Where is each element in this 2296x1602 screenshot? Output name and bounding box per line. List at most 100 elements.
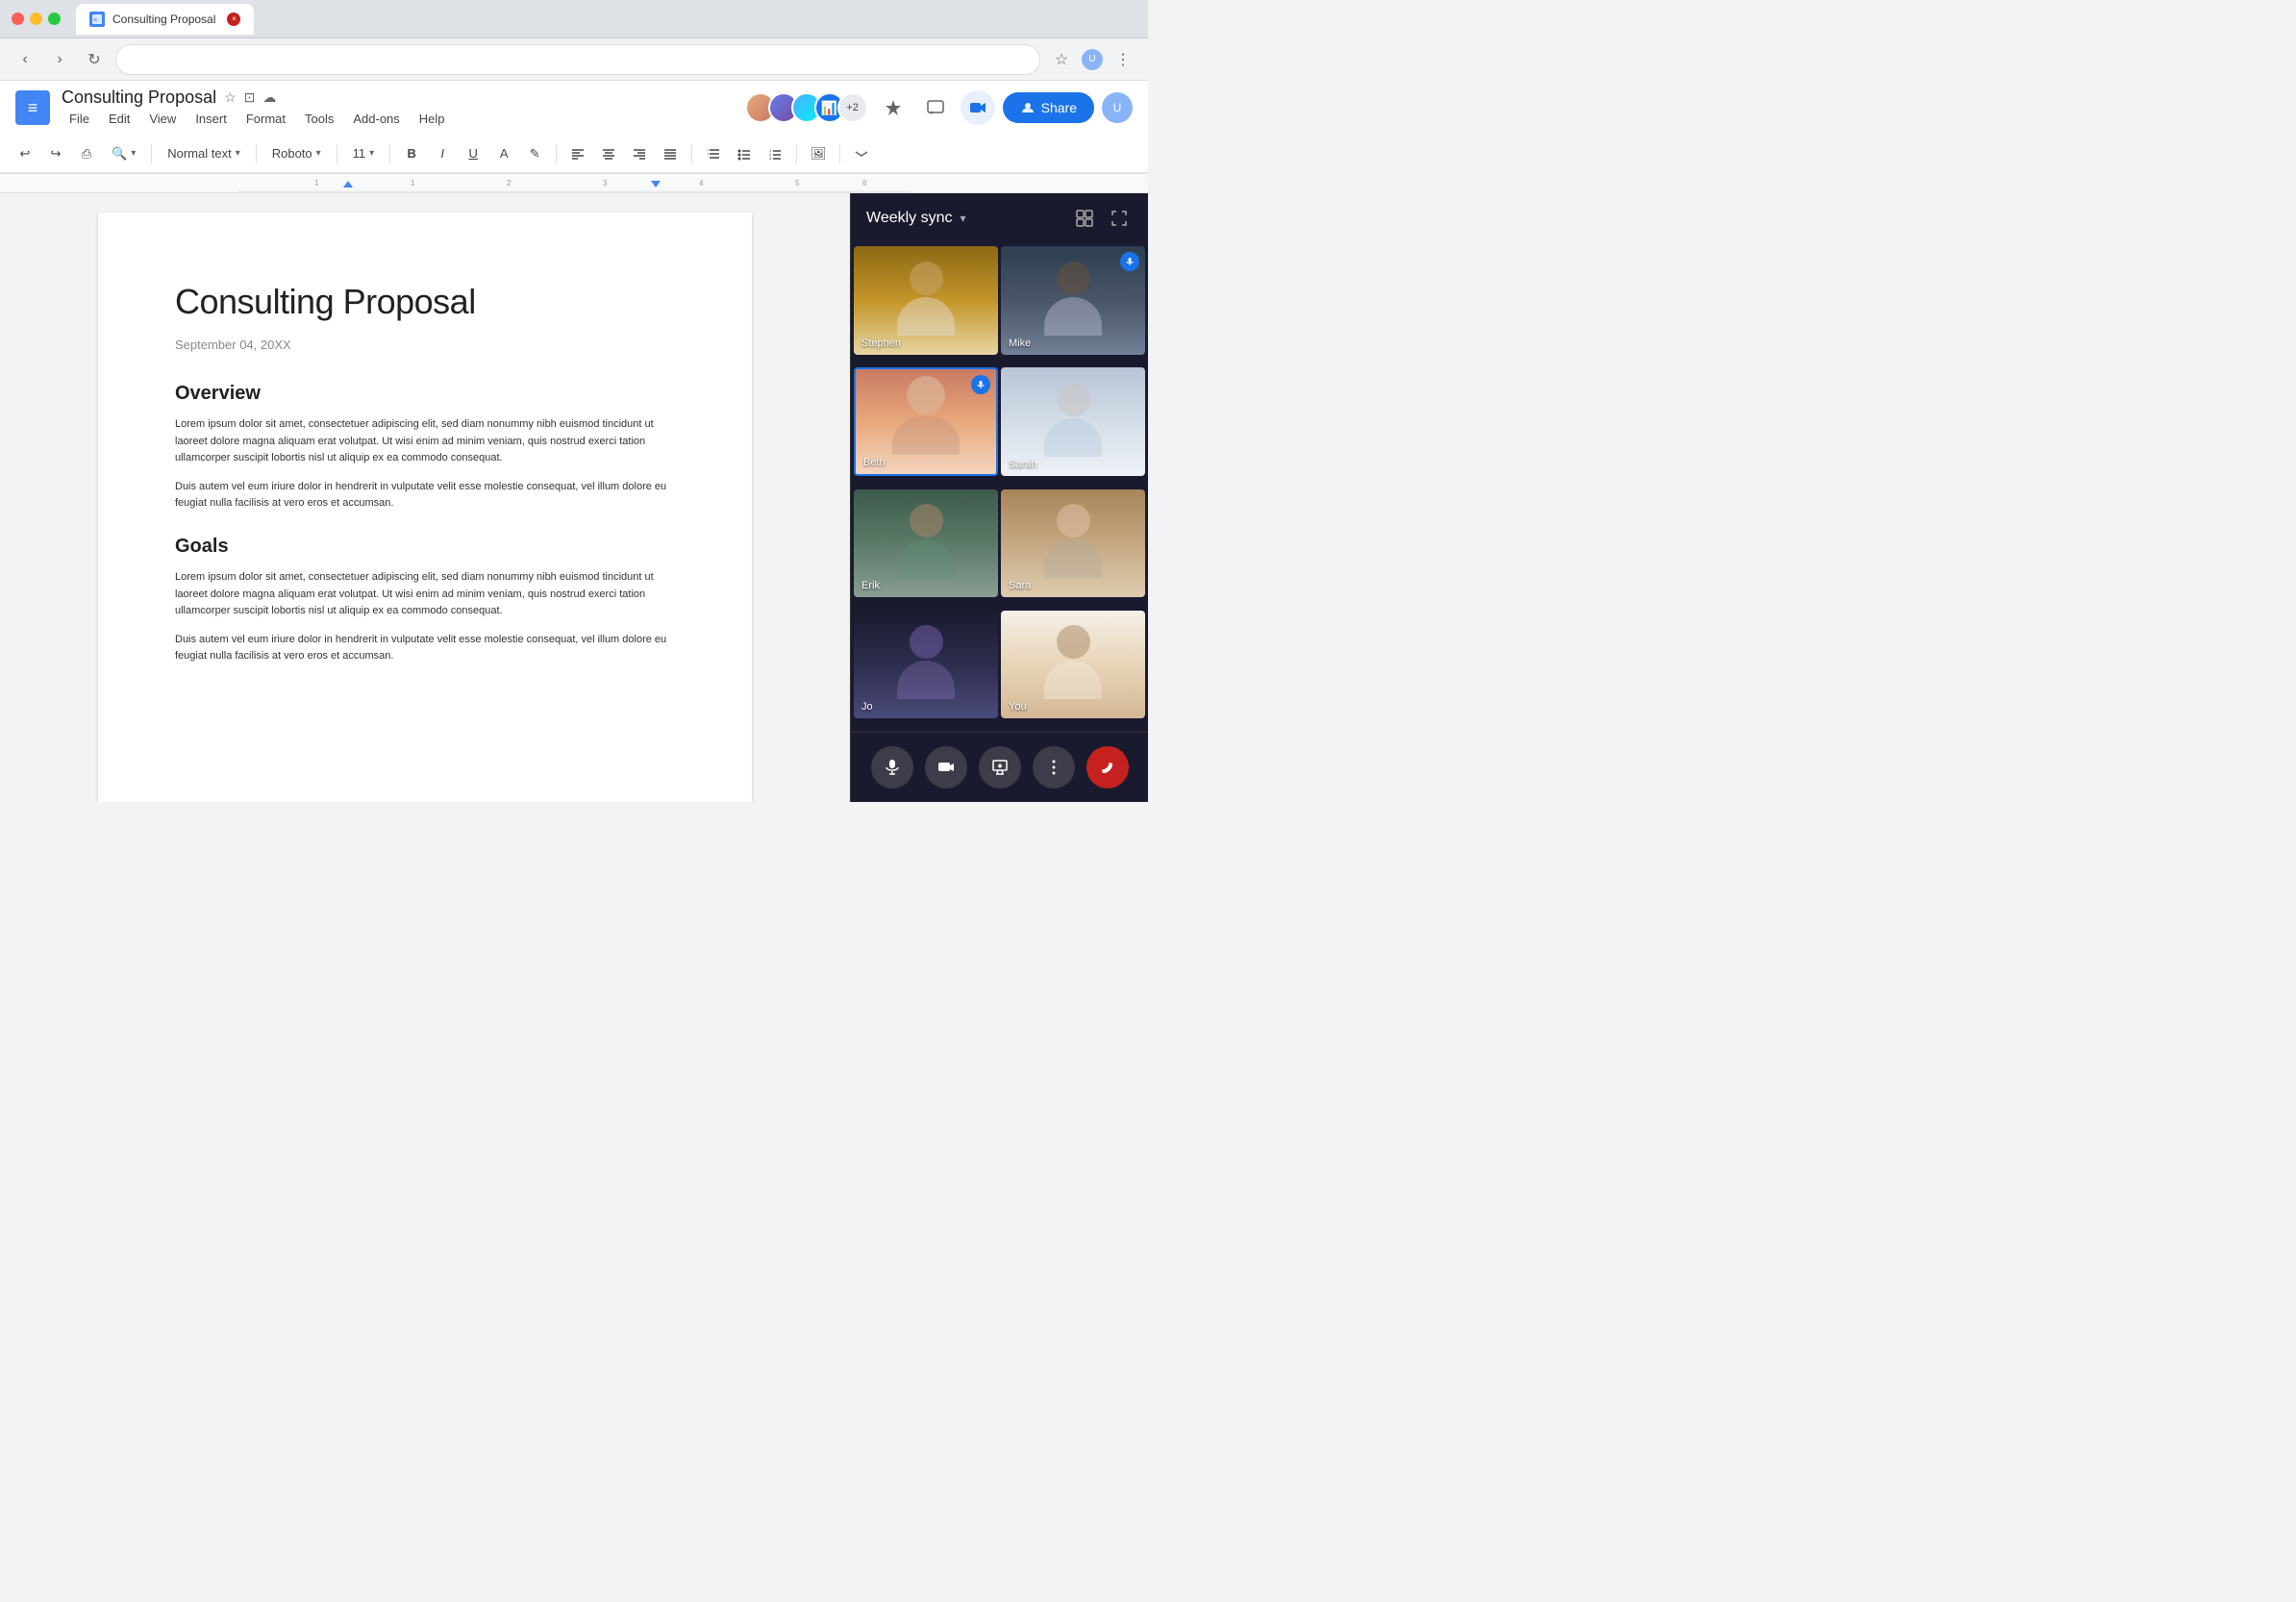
- highlight-button[interactable]: ✎: [521, 140, 548, 167]
- menu-insert[interactable]: Insert: [187, 110, 235, 128]
- main-layout: Consulting Proposal September 04, 20XX O…: [0, 193, 1148, 802]
- user-profile-icon[interactable]: U: [1079, 46, 1106, 73]
- docs-logo-icon: ≡: [28, 98, 38, 118]
- mic-active-mike: [1120, 252, 1139, 271]
- bold-button[interactable]: B: [398, 140, 425, 167]
- mic-control-button[interactable]: [871, 746, 913, 788]
- meet-tile-beth[interactable]: Beth: [854, 367, 998, 476]
- menu-format[interactable]: Format: [238, 110, 293, 128]
- insert-image-button[interactable]: 🖼: [805, 140, 832, 167]
- end-call-button[interactable]: [1086, 746, 1129, 788]
- menu-edit[interactable]: Edit: [101, 110, 137, 128]
- align-center-button[interactable]: [595, 140, 622, 167]
- font-color-button[interactable]: A: [490, 140, 517, 167]
- maximize-traffic-light[interactable]: [48, 13, 61, 25]
- chat-icon[interactable]: [918, 90, 953, 125]
- docs-header: ≡ Consulting Proposal ☆ ⊡ ☁ File Edit Vi…: [0, 81, 1148, 174]
- svg-text:4: 4: [699, 179, 704, 188]
- svg-text:1: 1: [411, 179, 415, 188]
- toolbar-sep-8: [839, 144, 840, 163]
- meet-tile-sara[interactable]: Sara: [1001, 489, 1145, 598]
- docs-logo[interactable]: ≡: [15, 90, 50, 125]
- meet-tile-jo[interactable]: Jo: [854, 611, 998, 719]
- share-button-label: Share: [1041, 100, 1077, 115]
- justify-button[interactable]: [657, 140, 684, 167]
- browser-chrome: ≡ Consulting Proposal ×: [0, 0, 1148, 38]
- meet-button[interactable]: [961, 90, 995, 125]
- doc-title-text[interactable]: Consulting Proposal: [62, 88, 216, 108]
- undo-button[interactable]: ↩: [12, 140, 38, 167]
- menu-tools[interactable]: Tools: [297, 110, 341, 128]
- user-avatar[interactable]: U: [1102, 92, 1133, 123]
- overview-para-1: Lorem ipsum dolor sit amet, consectetuer…: [175, 416, 675, 467]
- meet-tile-mike[interactable]: Mike: [1001, 246, 1145, 355]
- meet-tile-stephen[interactable]: Stephen: [854, 246, 998, 355]
- meet-grid-view-icon[interactable]: [1071, 205, 1098, 232]
- line-spacing-button[interactable]: [700, 140, 727, 167]
- toolbar-sep-1: [151, 144, 152, 163]
- close-traffic-light[interactable]: [12, 13, 24, 25]
- star-icon[interactable]: ☆: [224, 89, 237, 106]
- menu-help[interactable]: Help: [412, 110, 453, 128]
- back-button[interactable]: ‹: [12, 46, 38, 73]
- activity-icon[interactable]: [876, 90, 911, 125]
- print-button[interactable]: ⎙: [73, 140, 100, 167]
- more-options-button[interactable]: [848, 140, 875, 167]
- docs-title-bar: ≡ Consulting Proposal ☆ ⊡ ☁ File Edit Vi…: [0, 81, 1148, 135]
- forward-button[interactable]: ›: [46, 46, 73, 73]
- align-right-button[interactable]: [626, 140, 653, 167]
- underline-button[interactable]: U: [460, 140, 487, 167]
- numbered-list-button[interactable]: 1.2.3.: [761, 140, 788, 167]
- refresh-button[interactable]: ↻: [81, 46, 108, 73]
- svg-text:5: 5: [795, 179, 800, 188]
- meet-title-text: Weekly sync: [866, 210, 953, 227]
- more-icon: [1045, 759, 1062, 776]
- zoom-dropdown[interactable]: 🔍▾: [104, 140, 143, 167]
- size-label: 11: [353, 146, 366, 161]
- menu-file[interactable]: File: [62, 110, 97, 128]
- menu-addons[interactable]: Add-ons: [345, 110, 407, 128]
- svg-text:1: 1: [314, 179, 319, 188]
- redo-button[interactable]: ↪: [42, 140, 69, 167]
- collaborators: 📊 +2: [745, 92, 868, 123]
- toolbar-sep-5: [556, 144, 557, 163]
- more-control-button[interactable]: [1033, 746, 1075, 788]
- docs-toolbar-right: 📊 +2 Share U: [745, 90, 1133, 125]
- cloud-icon: ☁: [262, 89, 276, 106]
- overview-para-2: Duis autem vel eum iriure dolor in hendr…: [175, 479, 675, 513]
- meet-tile-you[interactable]: You: [1001, 611, 1145, 719]
- minimize-traffic-light[interactable]: [30, 13, 42, 25]
- meet-title: Weekly sync ▾: [866, 210, 966, 227]
- bullets-button[interactable]: [731, 140, 758, 167]
- folder-icon[interactable]: ⊡: [244, 89, 256, 106]
- address-bar[interactable]: [115, 44, 1040, 75]
- paragraph-style-dropdown[interactable]: Normal text ▾: [160, 140, 248, 167]
- present-control-button[interactable]: [979, 746, 1021, 788]
- font-label: Roboto: [272, 146, 312, 161]
- bookmark-icon[interactable]: ☆: [1048, 46, 1075, 73]
- toolbar-sep-7: [796, 144, 797, 163]
- tab-title: Consulting Proposal: [112, 13, 215, 26]
- font-dropdown[interactable]: Roboto ▾: [264, 140, 329, 167]
- camera-control-button[interactable]: [925, 746, 967, 788]
- font-size-dropdown[interactable]: 11 ▾: [345, 140, 383, 167]
- share-button[interactable]: Share: [1003, 92, 1094, 123]
- meet-tile-erik[interactable]: Erik: [854, 489, 998, 598]
- browser-menu-icon[interactable]: ⋮: [1110, 46, 1136, 73]
- meet-expand-icon[interactable]: [1106, 205, 1133, 232]
- goals-para-2: Duis autem vel eum iriure dolor in hendr…: [175, 632, 675, 665]
- toolbar-sep-2: [256, 144, 257, 163]
- participant-name-you: You: [1009, 701, 1027, 713]
- active-tab[interactable]: ≡ Consulting Proposal ×: [76, 4, 254, 35]
- meet-tile-sarah[interactable]: Sarah: [1001, 367, 1145, 476]
- italic-button[interactable]: I: [429, 140, 456, 167]
- menu-view[interactable]: View: [141, 110, 184, 128]
- doc-area[interactable]: Consulting Proposal September 04, 20XX O…: [0, 193, 850, 802]
- doc-date: September 04, 20XX: [175, 338, 675, 352]
- align-left-button[interactable]: [564, 140, 591, 167]
- doc-title-icons: ☆ ⊡ ☁: [224, 89, 276, 106]
- tab-close-button[interactable]: ×: [227, 13, 240, 26]
- meet-title-chevron-icon[interactable]: ▾: [961, 212, 966, 225]
- participant-name-erik: Erik: [861, 580, 880, 591]
- svg-text:3.: 3.: [769, 156, 772, 161]
